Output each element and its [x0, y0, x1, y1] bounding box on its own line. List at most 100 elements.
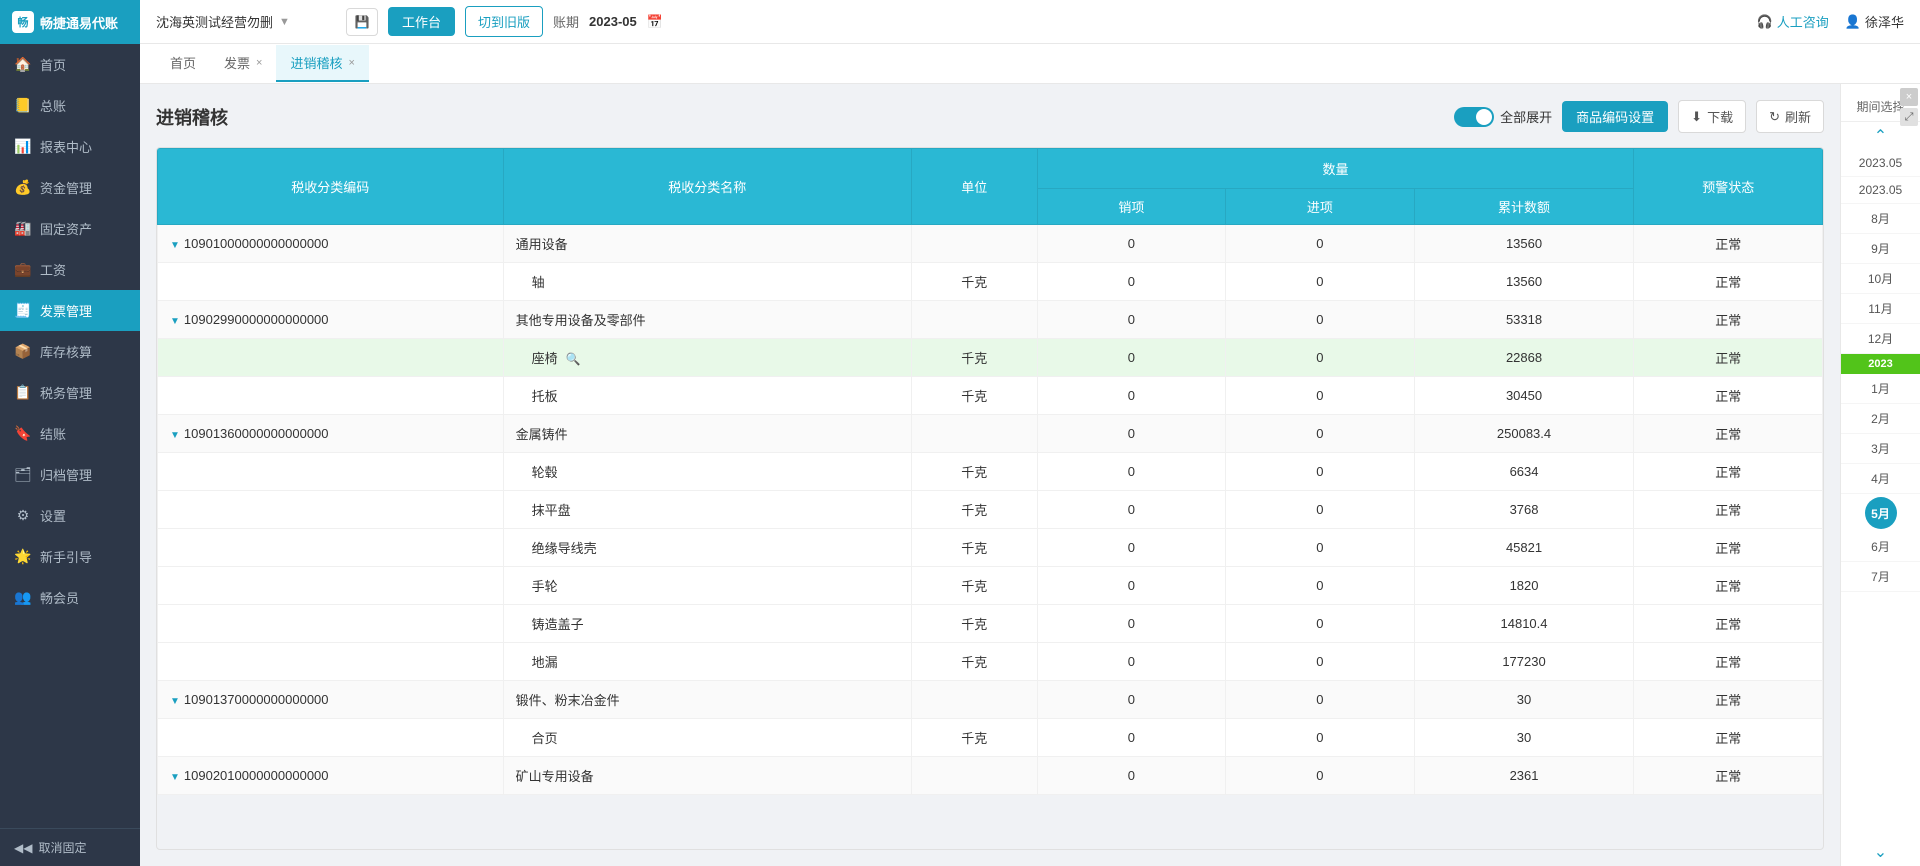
period-item[interactable]: 4月: [1841, 464, 1920, 494]
collapse-icon[interactable]: ▼: [170, 430, 180, 441]
sidebar-item-ledger[interactable]: 📒 总账: [0, 85, 140, 126]
download-icon: ⬇: [1691, 109, 1702, 125]
cell-code: ▼10901000000000000000: [158, 225, 504, 263]
sidebar-item-settings[interactable]: ⚙ 设置: [0, 495, 140, 536]
collapse-icon[interactable]: ▼: [170, 240, 180, 251]
period-item[interactable]: 8月: [1841, 204, 1920, 234]
switch-version-button[interactable]: 切到旧版: [465, 6, 543, 37]
tab-home[interactable]: 首页: [156, 45, 210, 82]
company-selector[interactable]: 沈海英测试经营勿删 ▼: [156, 12, 336, 31]
period-item[interactable]: 2023: [1841, 354, 1920, 374]
table-row: 合页 千克 0 0 30 正常: [158, 719, 1823, 757]
cell-name: 地漏: [503, 643, 911, 681]
assets-icon: 🏭: [14, 220, 32, 237]
cell-name: 座椅🔍: [503, 339, 911, 377]
period-item[interactable]: 2月: [1841, 404, 1920, 434]
cell-sales: 0: [1037, 339, 1225, 377]
panel-nav-up[interactable]: ⌃: [1870, 122, 1891, 150]
cell-total: 30: [1414, 719, 1634, 757]
save-draft-button[interactable]: 💾: [346, 8, 378, 36]
right-panel: × ⤢ 期间选择 ⌃ 2023.052023.058月9月10月11月12月20…: [1840, 84, 1920, 866]
collapse-icon[interactable]: ▼: [170, 696, 180, 707]
sidebar-item-settlement[interactable]: 🔖 结账: [0, 413, 140, 454]
table-row: ▼10901370000000000000 锻件、粉末冶金件 0 0 30 正常: [158, 681, 1823, 719]
service-button[interactable]: 🎧 人工咨询: [1757, 12, 1829, 31]
cell-sales: 0: [1037, 301, 1225, 339]
cell-status: 正常: [1634, 415, 1823, 453]
cell-status: 正常: [1634, 377, 1823, 415]
period-item[interactable]: 2023.05: [1841, 177, 1920, 204]
table-row: 地漏 千克 0 0 177230 正常: [158, 643, 1823, 681]
expand-all-toggle[interactable]: 全部展开: [1454, 107, 1552, 127]
cell-unit: 千克: [911, 491, 1037, 529]
workbench-button[interactable]: 工作台: [388, 7, 455, 36]
cell-name: 通用设备: [503, 225, 911, 263]
sidebar-pin-toggle[interactable]: ◀◀ 取消固定: [0, 828, 140, 866]
sidebar-item-assets[interactable]: 🏭 固定资产: [0, 208, 140, 249]
switch-track[interactable]: [1454, 107, 1494, 127]
refresh-button[interactable]: ↻ 刷新: [1756, 100, 1824, 133]
collapse-icon[interactable]: ▼: [170, 772, 180, 783]
sidebar-item-payroll[interactable]: 💼 工资: [0, 249, 140, 290]
product-code-button[interactable]: 商品编码设置: [1562, 101, 1668, 132]
cell-code: [158, 529, 504, 567]
period-item[interactable]: 7月: [1841, 562, 1920, 592]
expand-panel-button[interactable]: ⤢: [1900, 108, 1918, 126]
cell-unit: 千克: [911, 567, 1037, 605]
cell-name: 绝缘导线壳: [503, 529, 911, 567]
sidebar-item-archive[interactable]: 🗂 归档管理: [0, 454, 140, 495]
download-button[interactable]: ⬇ 下载: [1678, 100, 1746, 133]
sidebar-item-label: 报表中心: [40, 137, 92, 156]
period-item[interactable]: 5月: [1865, 497, 1897, 529]
cell-unit: [911, 415, 1037, 453]
period-item[interactable]: 3月: [1841, 434, 1920, 464]
period-value: 2023-05: [589, 14, 637, 29]
calendar-icon[interactable]: 📅: [647, 14, 663, 30]
cell-total: 53318: [1414, 301, 1634, 339]
period-item[interactable]: 11月: [1841, 294, 1920, 324]
sidebar-item-invoices[interactable]: 🧾 发票管理: [0, 290, 140, 331]
period-item[interactable]: 12月: [1841, 324, 1920, 354]
sidebar-item-inventory[interactable]: 📦 库存核算: [0, 331, 140, 372]
user-icon: 👤: [1845, 14, 1861, 30]
sidebar-item-guide[interactable]: 🌟 新手引导: [0, 536, 140, 577]
th-warning: 预警状态: [1634, 149, 1823, 225]
cell-name: 矿山专用设备: [503, 757, 911, 795]
user-menu[interactable]: 👤 徐泽华: [1845, 12, 1904, 31]
cell-total: 30: [1414, 681, 1634, 719]
sidebar-item-member[interactable]: 👥 畅会员: [0, 577, 140, 618]
period-item[interactable]: 10月: [1841, 264, 1920, 294]
sidebar-item-home[interactable]: 🏠 首页: [0, 44, 140, 85]
period-item[interactable]: 9月: [1841, 234, 1920, 264]
cell-total: 30450: [1414, 377, 1634, 415]
cell-purchase: 0: [1226, 681, 1414, 719]
sidebar-item-label: 新手引导: [40, 547, 92, 566]
table-row: 座椅🔍 千克 0 0 22868 正常: [158, 339, 1823, 377]
main-content: 沈海英测试经营勿删 ▼ 💾 工作台 切到旧版 账期 2023-05 📅 🎧 人工…: [140, 0, 1920, 866]
sidebar-item-tax[interactable]: 📋 税务管理: [0, 372, 140, 413]
period-item[interactable]: 6月: [1841, 532, 1920, 562]
company-name: 沈海英测试经营勿删: [156, 12, 273, 31]
th-tax-name: 税收分类名称: [503, 149, 911, 225]
tab-reconcile[interactable]: 进销稽核 ×: [276, 45, 368, 82]
sidebar-item-reports[interactable]: 📊 报表中心: [0, 126, 140, 167]
tab-reconcile-close[interactable]: ×: [348, 57, 354, 69]
collapse-icon[interactable]: ▼: [170, 316, 180, 327]
chevron-down-icon: ▼: [279, 16, 290, 28]
tab-invoices[interactable]: 发票 ×: [210, 45, 276, 82]
period-item[interactable]: 2023.05: [1841, 150, 1920, 177]
cell-unit: [911, 301, 1037, 339]
sidebar-item-funds[interactable]: 💰 资金管理: [0, 167, 140, 208]
page-actions: 全部展开 商品编码设置 ⬇ 下载 ↻ 刷新: [1454, 100, 1824, 133]
period-item[interactable]: 1月: [1841, 374, 1920, 404]
close-panel-button[interactable]: ×: [1900, 88, 1918, 106]
home-icon: 🏠: [14, 56, 32, 73]
panel-nav-down[interactable]: ⌄: [1870, 838, 1891, 866]
payroll-icon: 💼: [14, 261, 32, 278]
tab-home-label: 首页: [170, 53, 196, 72]
cell-name: 锻件、粉末冶金件: [503, 681, 911, 719]
pin-label: 取消固定: [38, 839, 86, 856]
reconcile-table: 税收分类编码 税收分类名称 单位 数量 预警状态 销项 进项 累计数额: [157, 148, 1823, 795]
search-icon[interactable]: 🔍: [566, 352, 581, 366]
tab-invoices-close[interactable]: ×: [256, 57, 262, 69]
